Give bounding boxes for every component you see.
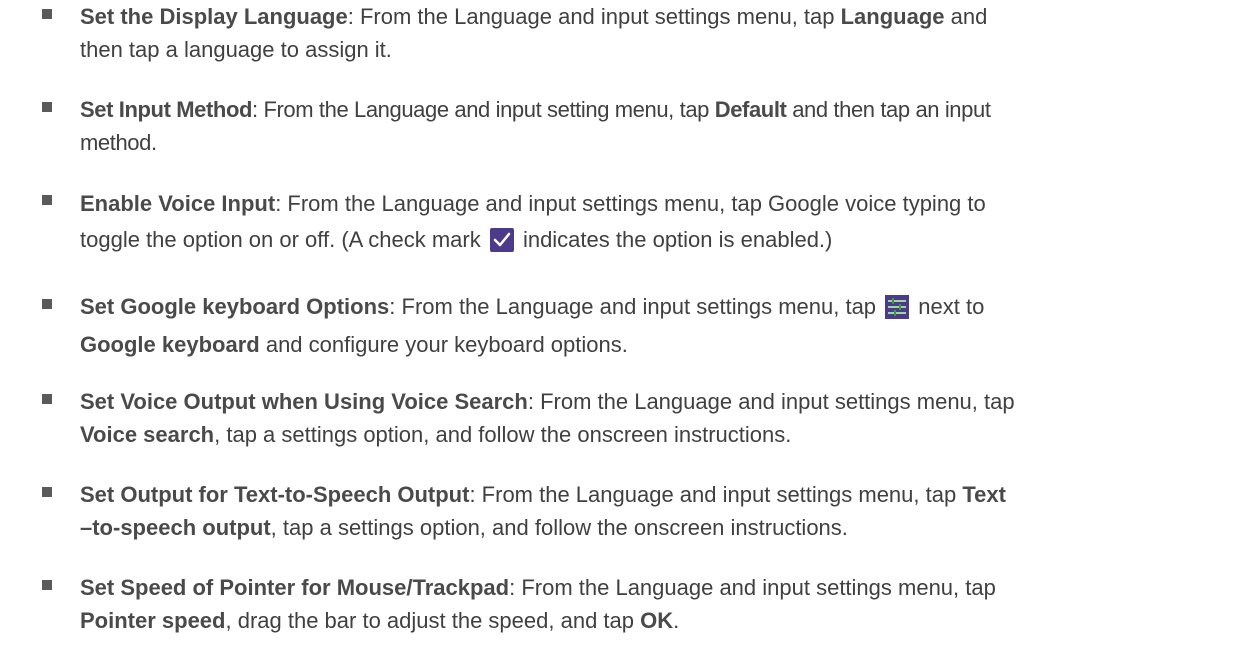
item-title: Set Output for Text-to-Speech Output	[80, 482, 470, 507]
bullet-icon	[42, 9, 52, 19]
list-item-text: Set Voice Output when Using Voice Search…	[80, 389, 1015, 448]
list-item-text: Enable Voice Input: From the Language an…	[80, 186, 1227, 264]
list-item-text: Set Input Method: From the Language and …	[80, 97, 991, 156]
list-item-text: Set the Display Language: From the Langu…	[80, 4, 988, 63]
bullet-icon	[42, 195, 52, 205]
item-title: Enable Voice Input	[80, 191, 276, 216]
list-item-text: Set Output for Text-to-Speech Output: Fr…	[80, 482, 1006, 541]
item-title: Set Voice Output when Using Voice Search	[80, 389, 528, 414]
item-title: Set the Display Language	[80, 4, 348, 29]
bullet-icon	[42, 102, 52, 112]
list-item: Enable Voice Input: From the Language an…	[42, 186, 1227, 264]
list-item: Set Google keyboard Options: From the La…	[42, 290, 1227, 362]
list-item: Set Output for Text-to-Speech Output: Fr…	[42, 478, 1227, 545]
check-icon	[489, 227, 514, 263]
settings-sliders-icon	[885, 295, 910, 328]
list-item: Set Input Method: From the Language and …	[42, 93, 1227, 160]
bullet-icon	[42, 394, 52, 404]
list-item-text: Set Google keyboard Options: From the La…	[80, 294, 985, 358]
item-title: Set Input Method	[80, 97, 253, 122]
list-item: Set the Display Language: From the Langu…	[42, 0, 1227, 67]
item-title: Set Speed of Pointer for Mouse/Trackpad	[80, 575, 510, 600]
list-item: Set Speed of Pointer for Mouse/Trackpad:…	[42, 571, 1227, 638]
bullet-icon	[42, 487, 52, 497]
list-item: Set Voice Output when Using Voice Search…	[42, 385, 1227, 452]
bullet-icon	[42, 580, 52, 590]
bullet-icon	[42, 299, 52, 309]
list-item-text: Set Speed of Pointer for Mouse/Trackpad:…	[80, 575, 996, 634]
item-title: Set Google keyboard Options	[80, 294, 390, 319]
